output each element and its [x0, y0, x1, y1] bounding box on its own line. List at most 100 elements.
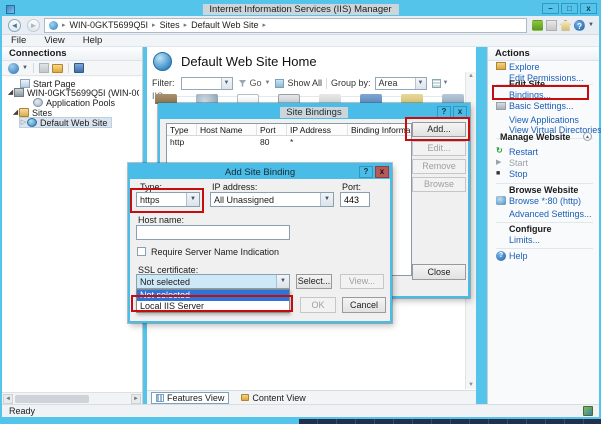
back-icon[interactable]: ◄ — [8, 19, 21, 32]
chevron-down-icon[interactable]: ▼ — [265, 80, 271, 86]
scroll-right-icon[interactable]: ► — [131, 394, 141, 404]
delete-connection-icon[interactable] — [74, 63, 84, 73]
actions-panel: Actions Explore Edit Permissions... Edit… — [487, 47, 599, 404]
forward-icon[interactable]: ► — [27, 19, 40, 32]
view-tabs: Features View Content View — [147, 390, 476, 404]
ip-address-select[interactable]: All Unassigned ▼ — [210, 192, 334, 207]
status-text: Ready — [9, 406, 35, 416]
action-advanced-settings[interactable]: Advanced Settings... — [509, 209, 592, 219]
filter-input[interactable]: ▼ — [181, 77, 233, 90]
breadcrumb[interactable]: ▸ WIN-0GKT5699Q5I ▸ Sites ▸ Default Web … — [44, 18, 527, 33]
titlebar: Internet Information Services (IIS) Mana… — [2, 2, 599, 16]
action-restart[interactable]: Restart — [509, 147, 538, 157]
chevron-down-icon[interactable]: ▼ — [221, 78, 232, 89]
filter-label: Filter: — [152, 78, 175, 88]
add-button-highlight — [405, 117, 470, 141]
scroll-up-icon[interactable]: ▲ — [466, 73, 476, 79]
sni-label: Require Server Name Indication — [151, 247, 279, 257]
go-button[interactable]: Go — [250, 78, 262, 88]
host-name-label: Host name: — [138, 215, 184, 225]
action-start[interactable]: Start — [509, 158, 528, 168]
sni-checkbox[interactable] — [137, 247, 146, 256]
chevron-down-icon[interactable]: ▼ — [415, 78, 426, 89]
action-view-applications[interactable]: View Applications — [509, 115, 579, 125]
messages-icon[interactable] — [546, 20, 557, 31]
remove-button[interactable]: Remove — [412, 159, 466, 174]
home-globe-icon — [153, 52, 172, 71]
tab-features-view[interactable]: Features View — [151, 392, 229, 404]
host-name-input[interactable] — [136, 225, 290, 240]
action-stop[interactable]: Stop — [509, 169, 528, 179]
sort-icon[interactable] — [432, 79, 441, 88]
col-ip-address[interactable]: IP Address — [287, 124, 348, 135]
action-explore[interactable]: Explore — [509, 62, 540, 72]
actions-header: Actions — [488, 47, 599, 61]
menu-file[interactable]: File — [2, 35, 35, 46]
page-title: Default Web Site Home — [181, 54, 317, 69]
scroll-down-icon[interactable]: ▼ — [466, 382, 476, 388]
site-globe-icon — [49, 21, 58, 30]
basic-settings-icon — [496, 102, 506, 110]
save-connections-icon[interactable] — [39, 63, 49, 73]
configure-header: Configure — [509, 224, 552, 234]
sites-folder-icon — [19, 108, 29, 117]
col-binding-info[interactable]: Binding Informa... — [348, 124, 411, 135]
col-port[interactable]: Port — [257, 124, 287, 135]
cancel-button[interactable]: Cancel — [342, 297, 386, 313]
collapse-section-icon[interactable]: ▲ — [583, 132, 592, 141]
close-button[interactable]: Close — [412, 264, 466, 280]
filter-bar: Filter: ▼ Go ▼ Show All Group by: Area▼ … — [147, 75, 476, 91]
close-button[interactable]: x — [580, 3, 597, 14]
application-pools-icon — [33, 98, 43, 107]
breadcrumb-website[interactable]: Default Web Site — [189, 20, 260, 30]
col-host-name[interactable]: Host Name — [197, 124, 257, 135]
tab-content-view[interactable]: Content View — [237, 392, 309, 404]
action-browse-80[interactable]: Browse *:80 (http) — [509, 196, 581, 206]
new-connection-icon[interactable] — [8, 63, 19, 74]
status-icon — [583, 406, 593, 416]
ok-button[interactable]: OK — [300, 297, 336, 313]
breadcrumb-sites[interactable]: Sites — [158, 20, 182, 30]
menu-help[interactable]: Help — [74, 35, 112, 46]
dialog-help-icon[interactable]: ? — [359, 166, 373, 178]
maximize-button[interactable]: □ — [561, 3, 578, 14]
address-bar: ◄ ► ▸ WIN-0GKT5699Q5I ▸ Sites ▸ Default … — [2, 16, 599, 35]
edit-button[interactable]: Edit... — [412, 141, 466, 156]
home-icon[interactable] — [560, 20, 571, 31]
feedback-icon[interactable] — [532, 20, 543, 31]
ssl-option-highlight — [131, 295, 293, 312]
connections-toolbar: ▼ — [2, 61, 142, 76]
select-button[interactable]: Select... — [296, 274, 332, 289]
view-button[interactable]: View... — [340, 274, 384, 289]
show-all-button[interactable]: Show All — [287, 78, 322, 88]
minimize-button[interactable]: – — [542, 3, 559, 14]
new-connection-dropdown-icon[interactable]: ▼ — [22, 65, 28, 71]
help-icon[interactable]: ? — [574, 20, 585, 31]
action-help[interactable]: Help — [509, 251, 528, 261]
menu-view[interactable]: View — [35, 35, 73, 46]
connections-hscrollbar[interactable]: ◄ ► — [2, 392, 142, 404]
expand-icon[interactable]: ◢ — [12, 109, 19, 116]
action-limits[interactable]: Limits... — [509, 235, 540, 245]
collapse-icon[interactable]: ▷ — [20, 119, 27, 126]
restart-icon: ↻ — [496, 146, 506, 156]
up-folder-icon[interactable] — [52, 64, 63, 73]
breadcrumb-server[interactable]: WIN-0GKT5699Q5I — [68, 20, 151, 30]
col-type[interactable]: Type — [167, 124, 197, 135]
ssl-certificate-select[interactable]: Not selected ▼ — [136, 274, 290, 289]
stop-icon: ■ — [496, 169, 506, 179]
group-by-select[interactable]: Area▼ — [375, 77, 427, 90]
scroll-thumb[interactable] — [15, 395, 89, 403]
expand-icon[interactable]: ◢ — [7, 89, 14, 96]
dialog-close-icon[interactable]: x — [375, 166, 389, 178]
scroll-left-icon[interactable]: ◄ — [3, 394, 13, 404]
help-dropdown-icon[interactable]: ▼ — [588, 22, 594, 28]
browse-button[interactable]: Browse — [412, 177, 466, 192]
action-basic-settings[interactable]: Basic Settings... — [509, 101, 574, 111]
tree-item-default-web-site[interactable]: ▷ Default Web Site — [19, 117, 112, 128]
show-all-icon — [275, 79, 284, 88]
chevron-down-icon[interactable]: ▼ — [443, 80, 449, 86]
ip-address-label: IP address: — [212, 182, 257, 192]
binding-row[interactable]: http 80 * — [167, 136, 411, 147]
port-input[interactable] — [340, 192, 370, 207]
